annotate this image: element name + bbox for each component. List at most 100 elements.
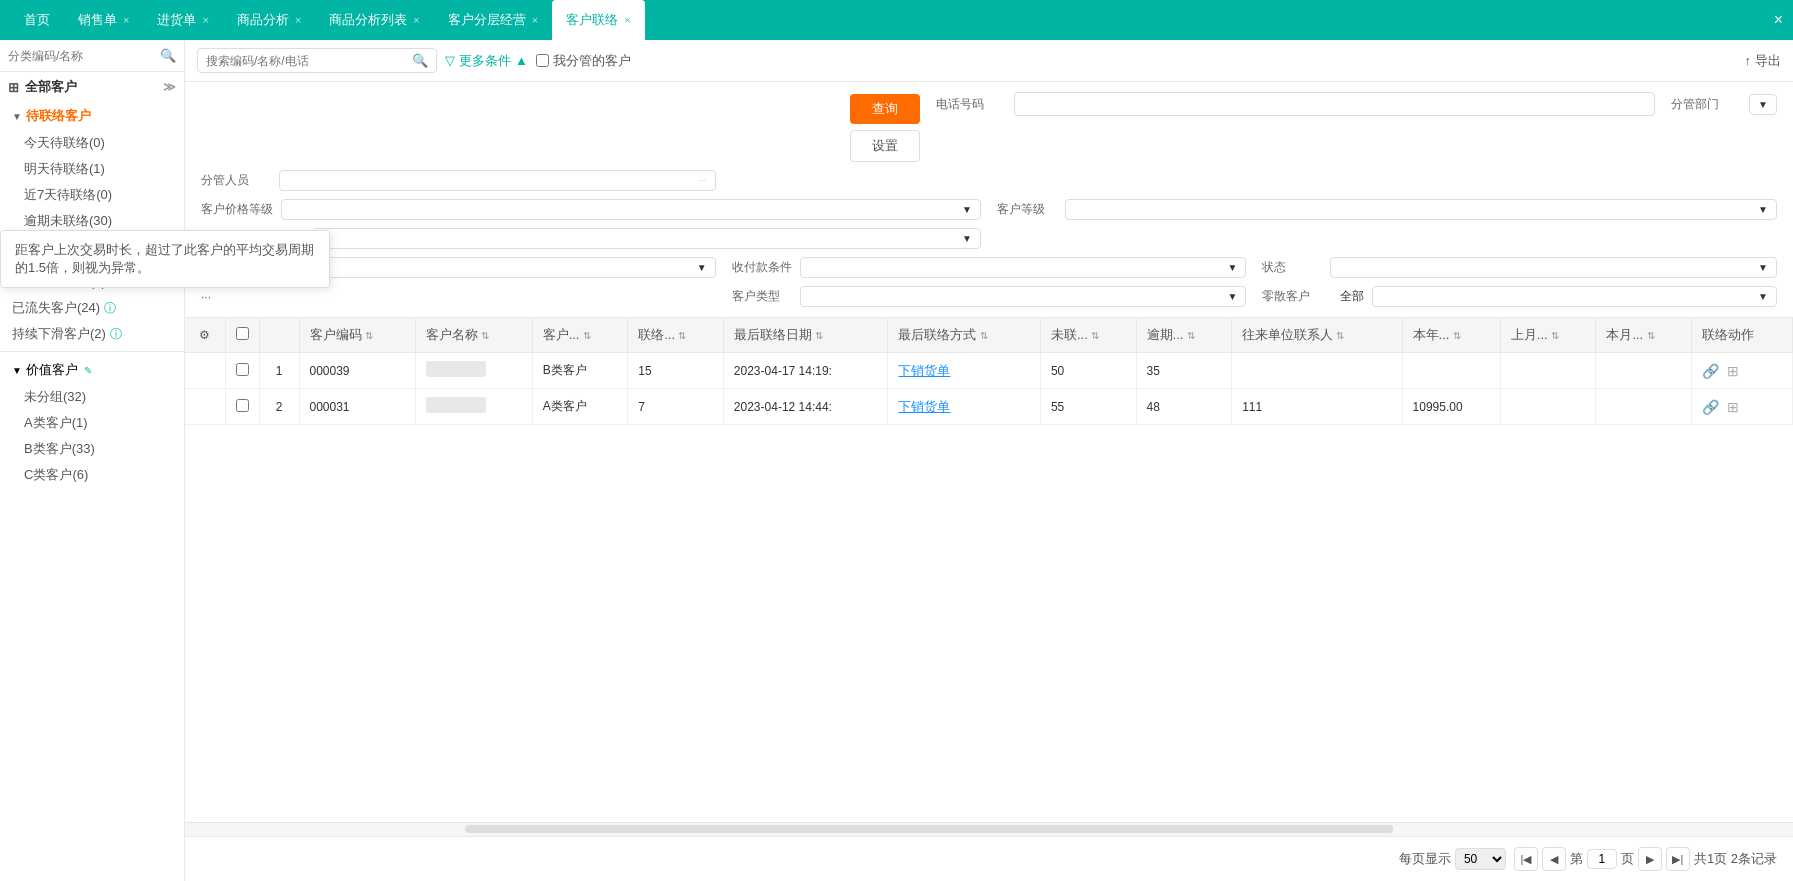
- nav-purchase[interactable]: 进货单 ×: [143, 0, 222, 40]
- payment-chevron: ▼: [1227, 262, 1237, 273]
- table-checkbox-col[interactable]: [225, 318, 259, 353]
- value-customer-group[interactable]: ▼ 价值客户 ✎: [0, 356, 184, 384]
- sidebar-declining[interactable]: 持续下滑客户(2) ⓘ: [0, 321, 184, 347]
- table-num-col: [259, 318, 299, 353]
- dept-select[interactable]: ▼: [1749, 94, 1777, 115]
- my-customer-filter[interactable]: 我分管的客户: [536, 52, 631, 70]
- retail-attr-select[interactable]: ▼: [313, 228, 981, 249]
- col-category[interactable]: 客户... ⇅: [532, 318, 628, 353]
- close-product-analysis-list-tab[interactable]: ×: [413, 14, 419, 26]
- row2-contact: 7: [628, 389, 724, 425]
- close-sales-tab[interactable]: ×: [123, 14, 129, 26]
- phone-input[interactable]: [1014, 92, 1655, 116]
- page-number-input[interactable]: [1587, 849, 1617, 869]
- row2-last-contact-method[interactable]: 下销货单: [888, 389, 1040, 425]
- settings-button[interactable]: 设置: [850, 130, 920, 162]
- row1-code[interactable]: 000039: [299, 353, 416, 389]
- sidebar-search-box[interactable]: 🔍: [0, 40, 184, 72]
- sidebar-unclassified[interactable]: 未分组(32): [0, 384, 184, 410]
- nav-sales[interactable]: 销售单 ×: [64, 0, 143, 40]
- row2-checkbox[interactable]: [225, 389, 259, 425]
- pending-contact-group-title[interactable]: ▼ 待联络客户: [0, 102, 184, 130]
- prev-page-btn[interactable]: ◀: [1542, 847, 1566, 871]
- row2-name[interactable]: [416, 389, 533, 425]
- sidebar-search-icon[interactable]: 🔍: [160, 48, 176, 63]
- nav-product-analysis-list[interactable]: 商品分析列表 ×: [315, 0, 433, 40]
- filter-search-icon[interactable]: 🔍: [412, 53, 428, 68]
- last-page-btn[interactable]: ▶|: [1666, 847, 1690, 871]
- sidebar-collapse-icon[interactable]: ≫: [163, 80, 176, 94]
- horizontal-scrollbar-area[interactable]: [185, 822, 1793, 836]
- sidebar-today-pending[interactable]: 今天待联络(0): [0, 130, 184, 156]
- edit-icon[interactable]: ✎: [84, 365, 92, 376]
- row1-checkbox[interactable]: [225, 353, 259, 389]
- customer-type-label: 客户类型: [732, 288, 792, 305]
- sidebar-search-input[interactable]: [8, 49, 160, 63]
- sidebar-week-pending[interactable]: 近7天待联络(0): [0, 182, 184, 208]
- col-last-contact-date[interactable]: 最后联络日期 ⇅: [723, 318, 888, 353]
- customer-level-select[interactable]: ▼: [1065, 199, 1777, 220]
- col-this-year[interactable]: 本年... ⇅: [1402, 318, 1500, 353]
- customer-type-chevron: ▼: [1227, 291, 1237, 302]
- sidebar-tomorrow-pending[interactable]: 明天待联络(1): [0, 156, 184, 182]
- payment-select[interactable]: ▼: [800, 257, 1247, 278]
- customer-type-select[interactable]: ▼: [800, 286, 1247, 307]
- sidebar-all-customers[interactable]: ⊞ 全部客户 ≫: [0, 72, 184, 102]
- col-customer-code[interactable]: 客户编码 ⇅: [299, 318, 416, 353]
- per-page-select[interactable]: 50 100 200: [1455, 848, 1506, 870]
- col-last-month[interactable]: 上月... ⇅: [1500, 318, 1596, 353]
- my-customer-checkbox[interactable]: [536, 54, 549, 67]
- row1-name[interactable]: [416, 353, 533, 389]
- col-overdue[interactable]: 逾期... ⇅: [1136, 318, 1232, 353]
- row1-grid-icon[interactable]: ⊞: [1727, 363, 1739, 379]
- table-row: 1 000039 B类客户 15 2023-04-17 14:19: 下销货单 …: [185, 353, 1793, 389]
- price-level-select[interactable]: ▼: [281, 199, 981, 220]
- row1-link-icon[interactable]: 🔗: [1702, 363, 1719, 379]
- filter-search-input[interactable]: [206, 54, 412, 68]
- sidebar-class-c[interactable]: C类客户(6): [0, 462, 184, 488]
- row2-grid-icon[interactable]: ⊞: [1727, 399, 1739, 415]
- status-select[interactable]: ▼: [1330, 257, 1777, 278]
- query-button[interactable]: 查询: [850, 94, 920, 124]
- gender-select[interactable]: ▼: [279, 257, 716, 278]
- col-unreached[interactable]: 未联... ⇅: [1040, 318, 1136, 353]
- export-button[interactable]: ↑ 导出: [1745, 52, 1782, 70]
- dept-chevron: ▼: [1758, 99, 1768, 110]
- nav-product-analysis[interactable]: 商品分析 ×: [223, 0, 315, 40]
- manager-select[interactable]: ···: [279, 170, 716, 191]
- col-this-month[interactable]: 本月... ⇅: [1596, 318, 1692, 353]
- col-contact[interactable]: 联络... ⇅: [628, 318, 724, 353]
- row1-actions: 🔗 ⊞: [1692, 353, 1793, 389]
- close-product-analysis-tab[interactable]: ×: [295, 14, 301, 26]
- close-purchase-tab[interactable]: ×: [202, 14, 208, 26]
- col-customer-name[interactable]: 客户名称 ⇅: [416, 318, 533, 353]
- next-page-btn[interactable]: ▶: [1638, 847, 1662, 871]
- col-unit-contact[interactable]: 往来单位联系人 ⇅: [1232, 318, 1402, 353]
- first-page-btn[interactable]: |◀: [1514, 847, 1538, 871]
- sidebar-class-a[interactable]: A类客户(1): [0, 410, 184, 436]
- retail-customer-select[interactable]: ▼: [1372, 286, 1777, 307]
- horizontal-scrollbar-track[interactable]: [465, 825, 1393, 833]
- sidebar-class-b[interactable]: B类客户(33): [0, 436, 184, 462]
- col-last-contact-method[interactable]: 最后联络方式 ⇅: [888, 318, 1040, 353]
- table-settings-col[interactable]: ⚙: [185, 318, 225, 353]
- nav-customer-contact[interactable]: 客户联络 ×: [552, 0, 644, 40]
- row1-this-month: [1596, 353, 1692, 389]
- row2-code[interactable]: 000031: [299, 389, 416, 425]
- row1-this-year: [1402, 353, 1500, 389]
- content-area: 距客户上次交易时长，超过了此客户的平均交易周期的1.5倍，则视为异常。 🔍 ▽ …: [185, 40, 1793, 881]
- export-icon: ↑: [1745, 53, 1752, 68]
- close-customer-contact-tab[interactable]: ×: [624, 14, 630, 26]
- select-all-checkbox[interactable]: [236, 327, 249, 340]
- row1-last-contact-method[interactable]: 下销货单: [888, 353, 1040, 389]
- nav-home[interactable]: 首页: [10, 0, 64, 40]
- close-customer-tier-tab[interactable]: ×: [532, 14, 538, 26]
- more-conditions-btn[interactable]: ▽ 更多条件 ▲: [445, 52, 528, 70]
- filter-search-box[interactable]: 🔍: [197, 48, 437, 73]
- row2-category: A类客户: [532, 389, 628, 425]
- sidebar-already-lost[interactable]: 已流失客户(24) ⓘ: [0, 295, 184, 321]
- row2-link-icon[interactable]: 🔗: [1702, 399, 1719, 415]
- row1-last-month: [1500, 353, 1596, 389]
- nav-customer-tier[interactable]: 客户分层经营 ×: [434, 0, 552, 40]
- close-all-tabs[interactable]: ×: [1774, 11, 1783, 29]
